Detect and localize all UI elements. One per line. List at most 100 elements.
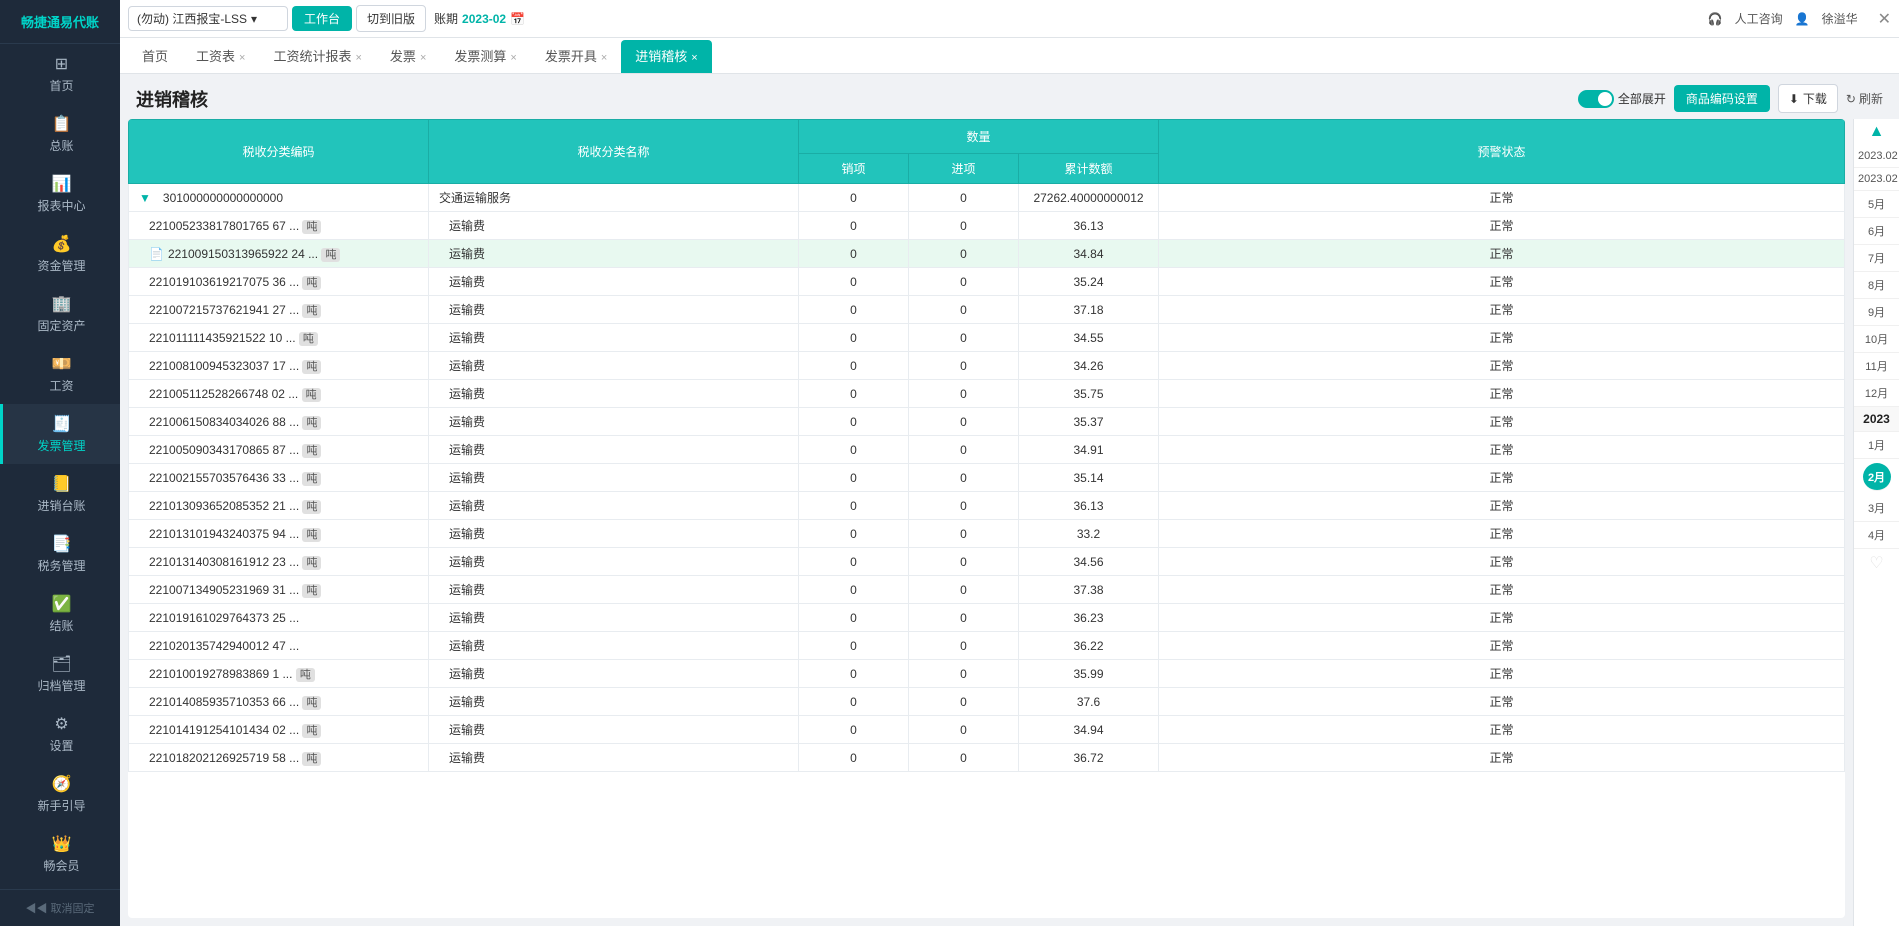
- row-status: 正常: [1159, 408, 1845, 436]
- tab-close-工资统计报表[interactable]: ×: [355, 52, 361, 64]
- sidebar-item-结账[interactable]: ✅ 结账: [0, 584, 120, 644]
- row-name: 运输费: [429, 604, 799, 632]
- download-button[interactable]: ⬇ 下载: [1778, 84, 1838, 113]
- sidebar-icon: 📊: [52, 174, 72, 194]
- refresh-button[interactable]: ↻ 刷新: [1846, 90, 1883, 107]
- tab-工资表[interactable]: 工资表×: [182, 40, 259, 73]
- row-amount: 34.56: [1019, 548, 1159, 576]
- sidebar-label: 结账: [49, 617, 73, 634]
- unit-tag: 吨: [321, 248, 340, 262]
- row-status: 正常: [1159, 436, 1845, 464]
- row-purchase: 0: [909, 380, 1019, 408]
- col-header-code: 税收分类编码: [129, 120, 429, 184]
- row-inv-code: 221010019278983869 1 ... 吨: [129, 660, 429, 688]
- sidebar-label: 畅会员: [43, 857, 79, 874]
- tab-close-发票[interactable]: ×: [420, 52, 426, 64]
- sidebar-item-发票管理[interactable]: 🧾发票管理: [0, 404, 120, 464]
- row-status: 正常: [1159, 380, 1845, 408]
- tab-close-发票测算[interactable]: ×: [510, 52, 516, 64]
- sidebar-icon: 🏢: [52, 294, 72, 314]
- row-purchase: 0: [909, 408, 1019, 436]
- sidebar-item-资金管理[interactable]: 💰资金管理: [0, 224, 120, 284]
- row-code: ▼301000000000000000: [129, 184, 429, 212]
- row-amount: 36.13: [1019, 492, 1159, 520]
- tab-发票开具[interactable]: 发票开具×: [531, 40, 621, 73]
- tab-close-发票开具[interactable]: ×: [601, 52, 607, 64]
- sidebar-unpin-button[interactable]: ◀◀ 取消固定: [0, 889, 120, 926]
- switch-old-button[interactable]: 切到旧版: [356, 5, 426, 32]
- row-purchase: 0: [909, 464, 1019, 492]
- pin-icon: ◀◀: [25, 903, 47, 915]
- sidebar-item-首页[interactable]: ⊞首页: [0, 44, 120, 104]
- calendar-month[interactable]: 2023.02: [1854, 145, 1899, 168]
- product-code-settings-button[interactable]: 商品编码设置: [1674, 85, 1770, 112]
- calendar-month[interactable]: 9月: [1854, 299, 1899, 326]
- sidebar-item-固定资产[interactable]: 🏢固定资产: [0, 284, 120, 344]
- sidebar-item-新手引导[interactable]: 🧭新手引导: [0, 764, 120, 824]
- calendar-month[interactable]: 12月: [1854, 380, 1899, 407]
- row-sales: 0: [799, 184, 909, 212]
- row-amount: 34.84: [1019, 240, 1159, 268]
- sidebar-item-税务管理[interactable]: 📑税务管理: [0, 524, 120, 584]
- row-status: 正常: [1159, 744, 1845, 772]
- calendar-month[interactable]: 11月: [1854, 353, 1899, 380]
- row-name: 运输费: [429, 632, 799, 660]
- calendar-current-month[interactable]: 2月: [1863, 459, 1891, 495]
- expand-toggle[interactable]: [1578, 90, 1614, 108]
- table-row: ▼301000000000000000 交通运输服务 0 0 27262.400…: [129, 184, 1845, 212]
- calendar-month[interactable]: 3月: [1854, 495, 1899, 522]
- row-purchase: 0: [909, 184, 1019, 212]
- calendar-month[interactable]: 4月: [1854, 522, 1899, 549]
- row-name: 运输费: [429, 660, 799, 688]
- tab-首页[interactable]: 首页: [128, 40, 182, 73]
- row-purchase: 0: [909, 212, 1019, 240]
- sidebar-icon: 🗂: [51, 654, 71, 674]
- tab-发票[interactable]: 发票×: [376, 40, 440, 73]
- page-header: 进销稽核 全部展开 商品编码设置 ⬇ 下载 ↻ 刷新: [120, 74, 1899, 119]
- calendar-month[interactable]: 7月: [1854, 245, 1899, 272]
- table-row: 221019161029764373 25 ... 运输费 0 0 36.23 …: [129, 604, 1845, 632]
- calendar-month[interactable]: 8月: [1854, 272, 1899, 299]
- calendar-month[interactable]: 10月: [1854, 326, 1899, 353]
- workbench-button[interactable]: 工作台: [292, 6, 352, 31]
- tab-进销稽核[interactable]: 进销稽核×: [621, 40, 711, 73]
- row-inv-code: 221005233817801765 67 ... 吨: [129, 212, 429, 240]
- tab-工资统计报表[interactable]: 工资统计报表×: [259, 40, 375, 73]
- sidebar: 畅捷通易代账 ⊞首页📋总账📊报表中心💰资金管理🏢固定资产💴工资🧾发票管理📒进销台…: [0, 0, 120, 926]
- table-row: 221014191254101434 02 ... 吨 运输费 0 0 34.9…: [129, 716, 1845, 744]
- sidebar-item-进销台账[interactable]: 📒进销台账: [0, 464, 120, 524]
- sidebar-item-报表中心[interactable]: 📊报表中心: [0, 164, 120, 224]
- sidebar-icon: ✅: [52, 594, 72, 614]
- table-row: 📄221009150313965922 24 ... 吨 运输费 0 0 34.…: [129, 240, 1845, 268]
- company-selector[interactable]: (勿动) 江西报宝-LSS ▾: [128, 6, 288, 31]
- calendar-month[interactable]: 1月: [1854, 432, 1899, 459]
- tab-close-工资表[interactable]: ×: [239, 52, 245, 64]
- sidebar-icon: 💴: [52, 354, 72, 374]
- calendar-month[interactable]: 2023.02: [1854, 168, 1899, 191]
- row-amount: 36.22: [1019, 632, 1159, 660]
- row-amount: 34.91: [1019, 436, 1159, 464]
- table-row: 221005112528266748 02 ... 吨 运输费 0 0 35.7…: [129, 380, 1845, 408]
- panel-expand-chevron[interactable]: ▲: [1869, 119, 1885, 145]
- calendar-year[interactable]: 2023: [1854, 407, 1899, 432]
- tab-close-进销稽核[interactable]: ×: [691, 52, 697, 64]
- row-name: 交通运输服务: [429, 184, 799, 212]
- sidebar-item-畅会员[interactable]: 👑畅会员: [0, 824, 120, 884]
- row-status: 正常: [1159, 268, 1845, 296]
- row-sales: 0: [799, 464, 909, 492]
- row-purchase: 0: [909, 660, 1019, 688]
- row-inv-code: 221013093652085352 21 ... 吨: [129, 492, 429, 520]
- close-button[interactable]: ✕: [1878, 9, 1891, 29]
- sidebar-icon: 🧭: [52, 774, 72, 794]
- sidebar-item-归档管理[interactable]: 🗂归档管理: [0, 644, 120, 704]
- calendar-month[interactable]: 5月: [1854, 191, 1899, 218]
- sidebar-item-总账[interactable]: 📋总账: [0, 104, 120, 164]
- calendar-month[interactable]: 6月: [1854, 218, 1899, 245]
- row-status: 正常: [1159, 660, 1845, 688]
- tab-发票测算[interactable]: 发票测算×: [440, 40, 530, 73]
- sidebar-icon: 🧾: [52, 414, 72, 434]
- row-inv-code: 221019103619217075 36 ... 吨: [129, 268, 429, 296]
- sidebar-item-工资[interactable]: 💴工资: [0, 344, 120, 404]
- calendar-icon[interactable]: 📅: [510, 12, 525, 26]
- sidebar-item-设置[interactable]: ⚙设置: [0, 704, 120, 764]
